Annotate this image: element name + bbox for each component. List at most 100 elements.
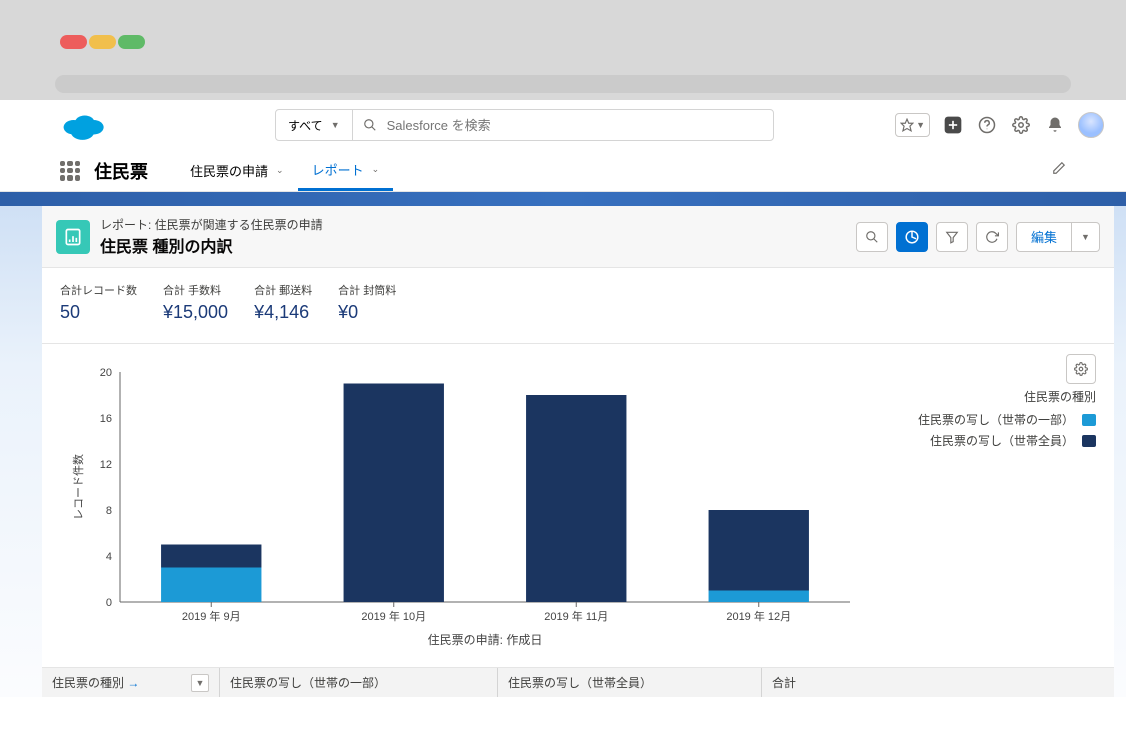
svg-text:4: 4 <box>106 551 112 563</box>
column-label: 合計 <box>772 674 796 691</box>
report-header: レポート: 住民票が関連する住民票の申請 住民票 種別の内訳 編集 <box>42 206 1114 268</box>
favorites-dropdown[interactable]: ▼ <box>895 113 930 137</box>
legend-label: 住民票の写し（世帯全員） <box>930 432 1074 449</box>
column-header[interactable]: 住民票の写し（世帯全員） <box>498 668 762 697</box>
legend-swatch <box>1082 414 1096 426</box>
metric-label: 合計 封筒料 <box>338 282 396 298</box>
metric-label: 合計 手数料 <box>163 282 228 298</box>
metric-label: 合計レコード数 <box>60 282 137 298</box>
svg-text:8: 8 <box>106 505 112 517</box>
search-input[interactable] <box>387 118 763 133</box>
edit-report-button[interactable]: 編集 <box>1016 222 1072 252</box>
metric-value: 50 <box>60 302 137 323</box>
filter-button[interactable] <box>936 222 968 252</box>
salesforce-logo[interactable] <box>60 109 105 141</box>
user-avatar[interactable] <box>1078 112 1104 138</box>
app-launcher-icon[interactable] <box>60 161 80 181</box>
chart-panel: 0 4 8 12 16 20 レコード件数 2019 年 9月 2019 年 10月 2019 年… <box>42 344 1114 667</box>
tab-reports[interactable]: レポート ⌄ <box>298 150 394 191</box>
chart-icon <box>905 230 919 244</box>
edit-report-dropdown[interactable]: ▼ <box>1072 222 1100 252</box>
summary-metrics: 合計レコード数 50 合計 手数料 ¥15,000 合計 郵送料 ¥4,146 … <box>42 268 1114 344</box>
report-icon <box>56 220 90 254</box>
search-scope-dropdown[interactable]: すべて ▼ <box>276 110 353 140</box>
column-menu-button[interactable]: ▼ <box>191 674 209 692</box>
column-header[interactable]: 住民票の写し（世帯の一部） <box>220 668 498 697</box>
plus-icon <box>943 115 963 135</box>
svg-text:12: 12 <box>100 459 112 471</box>
star-icon <box>900 118 914 132</box>
chevron-down-icon: ▼ <box>1081 232 1090 242</box>
legend-title: 住民票の種別 <box>896 388 1096 405</box>
decorative-band <box>0 192 1126 206</box>
chevron-down-icon: ▼ <box>196 678 205 688</box>
maximize-window-icon[interactable] <box>118 35 145 49</box>
bar-chart: 0 4 8 12 16 20 レコード件数 2019 年 9月 2019 年 10月 2019 年… <box>60 352 860 652</box>
chevron-down-icon: ⌄ <box>276 165 284 176</box>
column-label: 住民票の種別 <box>52 676 124 690</box>
close-window-icon[interactable] <box>60 35 87 49</box>
legend-swatch <box>1082 435 1096 447</box>
chevron-down-icon: ▼ <box>331 120 340 130</box>
filter-icon <box>945 230 959 244</box>
refresh-icon <box>985 230 999 244</box>
svg-text:レコード件数: レコード件数 <box>72 454 85 520</box>
svg-text:0: 0 <box>106 597 112 609</box>
svg-text:2019 年 9月: 2019 年 9月 <box>182 609 241 623</box>
search-scope-label: すべて <box>288 117 323 134</box>
report-title: 住民票 種別の内訳 <box>100 233 856 257</box>
help-button[interactable] <box>976 114 998 136</box>
metric-value: ¥4,146 <box>254 302 312 323</box>
question-icon <box>978 116 996 134</box>
svg-text:住民票の申請: 作成日: 住民票の申請: 作成日 <box>428 633 543 647</box>
pencil-icon <box>1052 161 1066 175</box>
url-bar[interactable] <box>55 75 1071 93</box>
search-icon <box>865 230 879 244</box>
bell-icon <box>1046 116 1064 134</box>
global-header: すべて ▼ ▼ <box>0 100 1126 150</box>
global-search: すべて ▼ <box>275 109 774 141</box>
edit-label: 編集 <box>1031 227 1057 246</box>
tab-label: 住民票の申請 <box>190 161 268 180</box>
chart-settings-button[interactable] <box>1066 354 1096 384</box>
minimize-window-icon[interactable] <box>89 35 116 49</box>
metric-value: ¥15,000 <box>163 302 228 323</box>
tab-label: レポート <box>312 160 364 179</box>
metric-label: 合計 郵送料 <box>254 282 312 298</box>
svg-text:2019 年 12月: 2019 年 12月 <box>726 609 791 623</box>
setup-button[interactable] <box>1010 114 1032 136</box>
browser-chrome <box>0 0 1126 100</box>
legend-label: 住民票の写し（世帯の一部） <box>918 411 1074 428</box>
svg-text:20: 20 <box>100 367 112 379</box>
app-name: 住民票 <box>94 158 148 184</box>
chart-legend: 住民票の種別 住民票の写し（世帯の一部） 住民票の写し（世帯全員） <box>896 352 1096 657</box>
column-label: 住民票の写し（世帯の一部） <box>230 674 386 691</box>
search-input-wrap <box>353 110 773 140</box>
chevron-down-icon: ▼ <box>916 120 925 130</box>
column-header-group[interactable]: 住民票の種別 → ▼ <box>42 668 220 697</box>
chevron-down-icon: ⌄ <box>372 164 380 175</box>
svg-text:16: 16 <box>100 413 112 425</box>
result-table-header: 住民票の種別 → ▼ 住民票の写し（世帯の一部） 住民票の写し（世帯全員） 合計 <box>42 667 1114 697</box>
tab-applications[interactable]: 住民票の申請 ⌄ <box>176 150 298 191</box>
search-icon <box>363 118 377 132</box>
global-actions-button[interactable] <box>942 114 964 136</box>
svg-text:2019 年 11月: 2019 年 11月 <box>544 609 608 623</box>
header-actions: ▼ <box>895 112 1104 138</box>
search-report-button[interactable] <box>856 222 888 252</box>
window-controls <box>60 35 145 49</box>
notifications-button[interactable] <box>1044 114 1066 136</box>
legend-item[interactable]: 住民票の写し（世帯の一部） <box>896 411 1096 428</box>
column-header[interactable]: 合計 <box>762 668 1114 697</box>
toggle-chart-button[interactable] <box>896 222 928 252</box>
legend-item[interactable]: 住民票の写し（世帯全員） <box>896 432 1096 449</box>
report-breadcrumb: レポート: 住民票が関連する住民票の申請 <box>100 216 856 233</box>
refresh-button[interactable] <box>976 222 1008 252</box>
column-label: 住民票の写し（世帯全員） <box>508 674 652 691</box>
edit-nav-button[interactable] <box>1052 161 1066 180</box>
gear-icon <box>1012 116 1030 134</box>
app-nav-bar: 住民票 住民票の申請 ⌄ レポート ⌄ <box>0 150 1126 192</box>
metric-value: ¥0 <box>338 302 396 323</box>
svg-text:2019 年 10月: 2019 年 10月 <box>361 609 426 623</box>
gear-icon <box>1074 362 1088 376</box>
